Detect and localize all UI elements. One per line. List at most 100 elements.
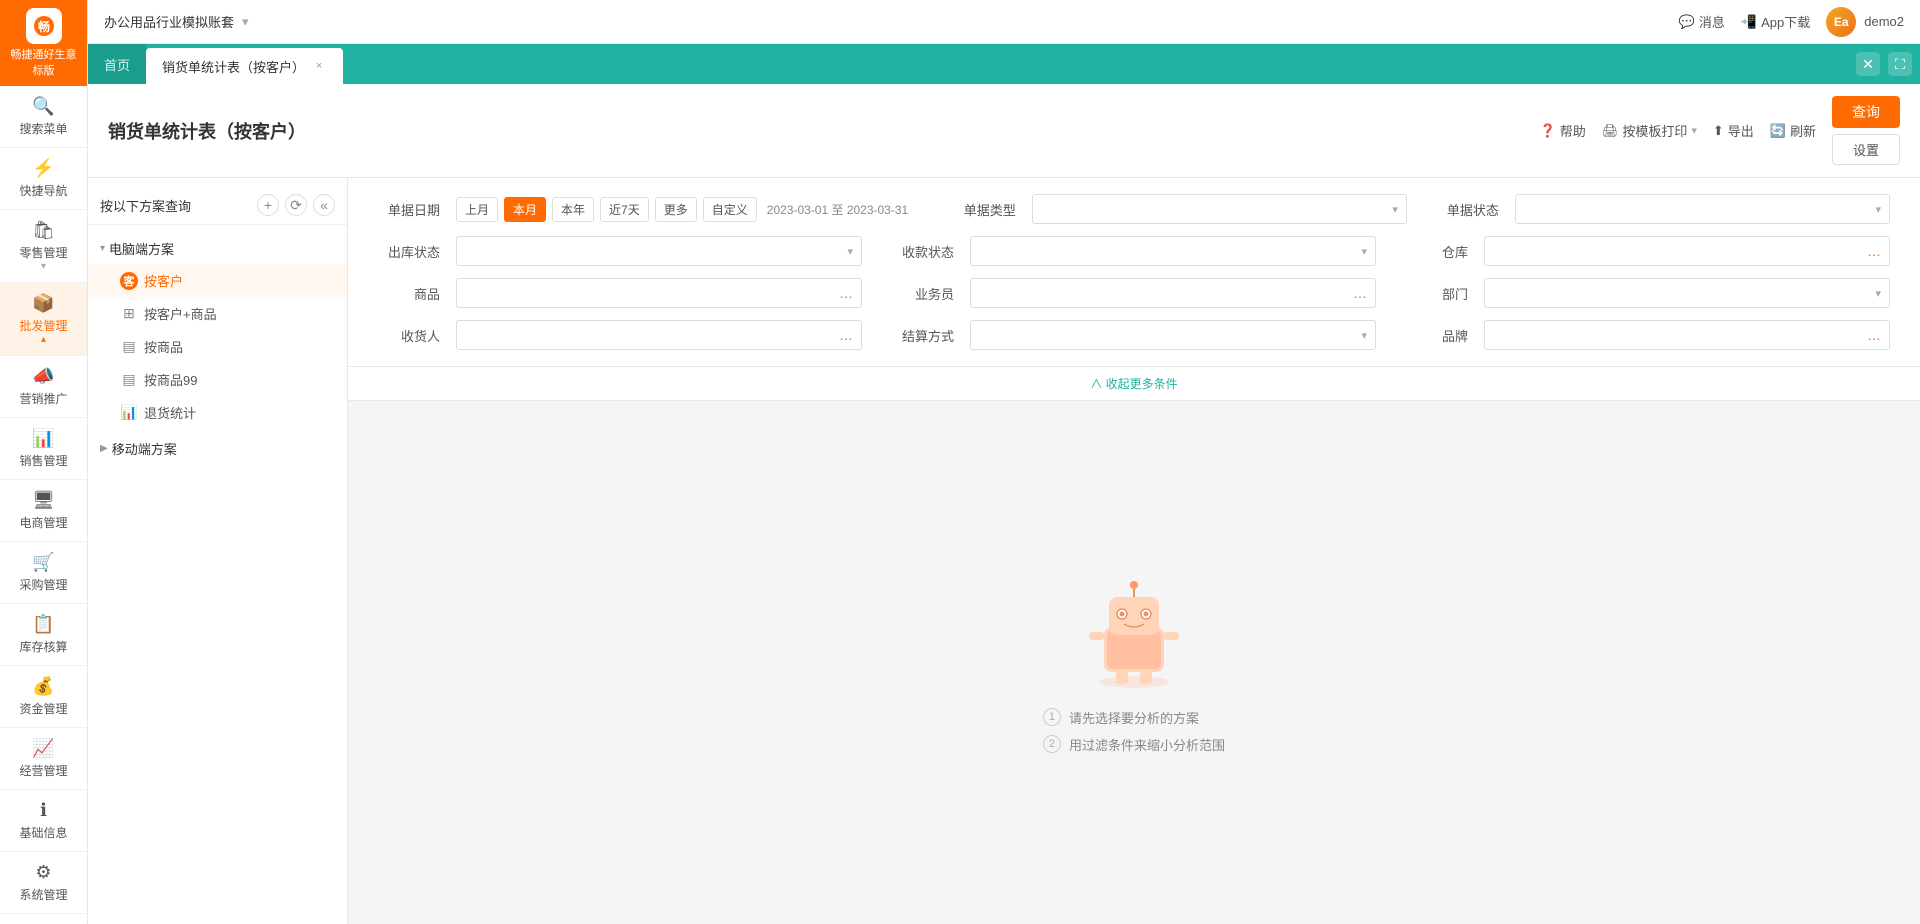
sidebar-item-sys-mgmt[interactable]: ⚙ 系统管理 [0, 852, 88, 914]
more-btn[interactable]: 更多 [655, 197, 697, 222]
warehouse-input[interactable]: … [1484, 236, 1890, 266]
sidebar-item-ecom-mgmt[interactable]: 🖥 电商管理 [0, 480, 88, 542]
goods-input[interactable]: … [456, 278, 862, 308]
marketing-icon: 📣 [32, 366, 54, 387]
filter-col-doc-type: 单据类型 ▾ [934, 194, 1417, 224]
help-btn[interactable]: ❓ 帮助 [1540, 121, 1586, 140]
out-status-arrow: ▾ [847, 245, 853, 258]
add-scheme-btn[interactable]: + [257, 194, 279, 216]
ecom-mgmt-icon: 🖥 [32, 490, 55, 511]
receiver-input[interactable]: … [456, 320, 862, 350]
mobile-group-label: 移动端方案 [112, 439, 177, 458]
industry-dropdown-arrow[interactable]: ▾ [242, 14, 249, 30]
user-profile-btn[interactable]: Ea demo2 [1826, 7, 1904, 37]
dept-select[interactable]: ▾ [1484, 278, 1890, 308]
salesperson-input[interactable]: … [970, 278, 1376, 308]
sidebar-item-quick-nav[interactable]: ⚡ 快捷导航 [0, 148, 88, 210]
date-range: 2023-03-01 至 2023-03-31 [767, 201, 908, 218]
current-year-btn[interactable]: 本年 [552, 197, 594, 222]
scheme-item-by-customer-goods[interactable]: ⊞ 按客户+商品 [88, 297, 347, 330]
sidebar-item-wholesale-mgmt[interactable]: 📦 批发管理 ▴ [0, 283, 88, 356]
refresh-scheme-btn[interactable]: ⟳ [285, 194, 307, 216]
settings-button[interactable]: 设置 [1832, 134, 1900, 165]
print-btn[interactable]: 🖨 按模板打印 ▾ [1602, 121, 1697, 140]
receiver-dots[interactable]: … [839, 327, 853, 343]
tab-close-all-btn[interactable]: ✕ [1856, 52, 1880, 76]
tip-item-1: 1 请先选择要分析的方案 [1043, 708, 1225, 727]
sidebar-item-search-menu[interactable]: 🔍 搜索菜单 [0, 86, 88, 148]
custom-btn[interactable]: 自定义 [703, 197, 757, 222]
salesperson-dots[interactable]: … [1353, 285, 1367, 301]
goods-dots[interactable]: … [839, 285, 853, 301]
last-7-days-btn[interactable]: 近7天 [600, 197, 649, 222]
message-icon: 💬 [1679, 14, 1695, 30]
print-dropdown-arrow[interactable]: ▾ [1691, 124, 1697, 137]
doc-status-arrow: ▾ [1875, 203, 1881, 216]
scheme-item-by-customer[interactable]: 客 按客户 [88, 264, 347, 297]
help-icon: ❓ [1540, 123, 1556, 139]
scheme-item-return-stats[interactable]: 📊 退货统计 [88, 396, 347, 429]
purchase-mgmt-icon: 🛒 [32, 552, 54, 573]
tip-num-1: 1 [1043, 708, 1061, 726]
brand-dots[interactable]: … [1867, 327, 1881, 343]
tab-home[interactable]: 首页 [88, 44, 146, 84]
doc-type-select[interactable]: ▾ [1032, 194, 1407, 224]
out-status-select[interactable]: ▾ [456, 236, 862, 266]
empty-icon [1074, 572, 1194, 692]
export-btn[interactable]: ⬆ 导出 [1713, 121, 1754, 140]
sys-mgmt-icon: ⚙ [35, 862, 51, 883]
sales-stats-tab-label: 销货单统计表（按客户） [162, 57, 305, 76]
logo-text: 畅捷通好生意 标版 [11, 46, 77, 78]
warehouse-dots[interactable]: … [1867, 243, 1881, 259]
desktop-scheme-group: ▾ 电脑端方案 客 按客户 ⊞ 按客户+商品 ▤ 按商品 [88, 229, 347, 433]
refresh-btn[interactable]: 🔄 刷新 [1770, 121, 1816, 140]
industry-label: 办公用品行业模拟账套 [104, 12, 234, 31]
topbar-left: 办公用品行业模拟账套 ▾ [104, 12, 249, 31]
filter-area: 单据日期 上月 本月 本年 近7天 更多 自定义 2023-03-01 至 20… [348, 178, 1920, 367]
message-btn[interactable]: 💬 消息 [1679, 12, 1725, 31]
refresh-icon: 🔄 [1770, 123, 1786, 139]
sidebar-item-purchase-mgmt[interactable]: 🛒 采购管理 [0, 542, 88, 604]
left-panel: 按以下方案查询 + ⟳ « ▾ 电脑端方案 客 按客户 ⊞ [88, 178, 348, 924]
sidebar-item-enterprise[interactable]: 🤝 企业协同 [0, 914, 88, 924]
mobile-group-header[interactable]: ▶ 移动端方案 [88, 433, 347, 464]
sidebar-item-finance-mgmt[interactable]: 💰 资金管理 [0, 666, 88, 728]
sidebar-item-basic-info[interactable]: ℹ 基础信息 [0, 790, 88, 852]
filter-col-out-status: 出库状态 ▾ [368, 236, 872, 266]
by-goods-99-icon: ▤ [120, 371, 138, 389]
basic-info-icon: ℹ [40, 800, 47, 821]
doc-status-select[interactable]: ▾ [1515, 194, 1890, 224]
scheme-item-by-goods-99[interactable]: ▤ 按商品99 [88, 363, 347, 396]
brand-input[interactable]: … [1484, 320, 1890, 350]
app-download-icon: 📲 [1741, 14, 1757, 30]
by-customer-goods-icon: ⊞ [120, 305, 138, 323]
desktop-group-label: 电脑端方案 [109, 239, 174, 258]
quick-nav-icon: ⚡ [32, 158, 54, 179]
sidebar-item-inventory[interactable]: 📋 库存核算 [0, 604, 88, 666]
main-area: 办公用品行业模拟账套 ▾ 💬 消息 📲 App下载 Ea demo2 首页 销货… [88, 0, 1920, 924]
tab-sales-stats[interactable]: 销货单统计表（按客户） × [146, 48, 343, 84]
collapse-panel-btn[interactable]: « [313, 194, 335, 216]
sidebar-logo[interactable]: 畅 畅捷通好生意 标版 [0, 0, 88, 86]
tab-fullscreen-btn[interactable]: ⛶ [1888, 52, 1912, 76]
app-download-btn[interactable]: 📲 App下载 [1741, 12, 1810, 31]
current-month-btn[interactable]: 本月 [504, 197, 546, 222]
doc-type-arrow: ▾ [1392, 203, 1398, 216]
collapse-bar[interactable]: ∧ 收起更多条件 [348, 367, 1920, 401]
topbar-right: 💬 消息 📲 App下载 Ea demo2 [1679, 7, 1904, 37]
payment-status-select[interactable]: ▾ [970, 236, 1376, 266]
scheme-item-by-goods[interactable]: ▤ 按商品 [88, 330, 347, 363]
sidebar-item-marketing[interactable]: 📣 营销推广 [0, 356, 88, 418]
sidebar-item-retail-mgmt[interactable]: 🛍 零售管理 ▾ [0, 210, 88, 283]
query-button[interactable]: 查询 [1832, 96, 1900, 128]
tab-close-icon[interactable]: × [311, 58, 327, 74]
filter-col-payment-status: 收款状态 ▾ [872, 236, 1386, 266]
settlement-select[interactable]: ▾ [970, 320, 1376, 350]
payment-status-label: 收款状态 [882, 242, 962, 261]
last-month-btn[interactable]: 上月 [456, 197, 498, 222]
sidebar-item-sales-mgmt[interactable]: 📊 销售管理 [0, 418, 88, 480]
wholesale-mgmt-icon: 📦 [32, 293, 54, 314]
sidebar-item-ops-mgmt[interactable]: 📈 经营管理 [0, 728, 88, 790]
desktop-group-header[interactable]: ▾ 电脑端方案 [88, 233, 347, 264]
filter-row-1: 单据日期 上月 本月 本年 近7天 更多 自定义 2023-03-01 至 20… [368, 194, 1900, 224]
